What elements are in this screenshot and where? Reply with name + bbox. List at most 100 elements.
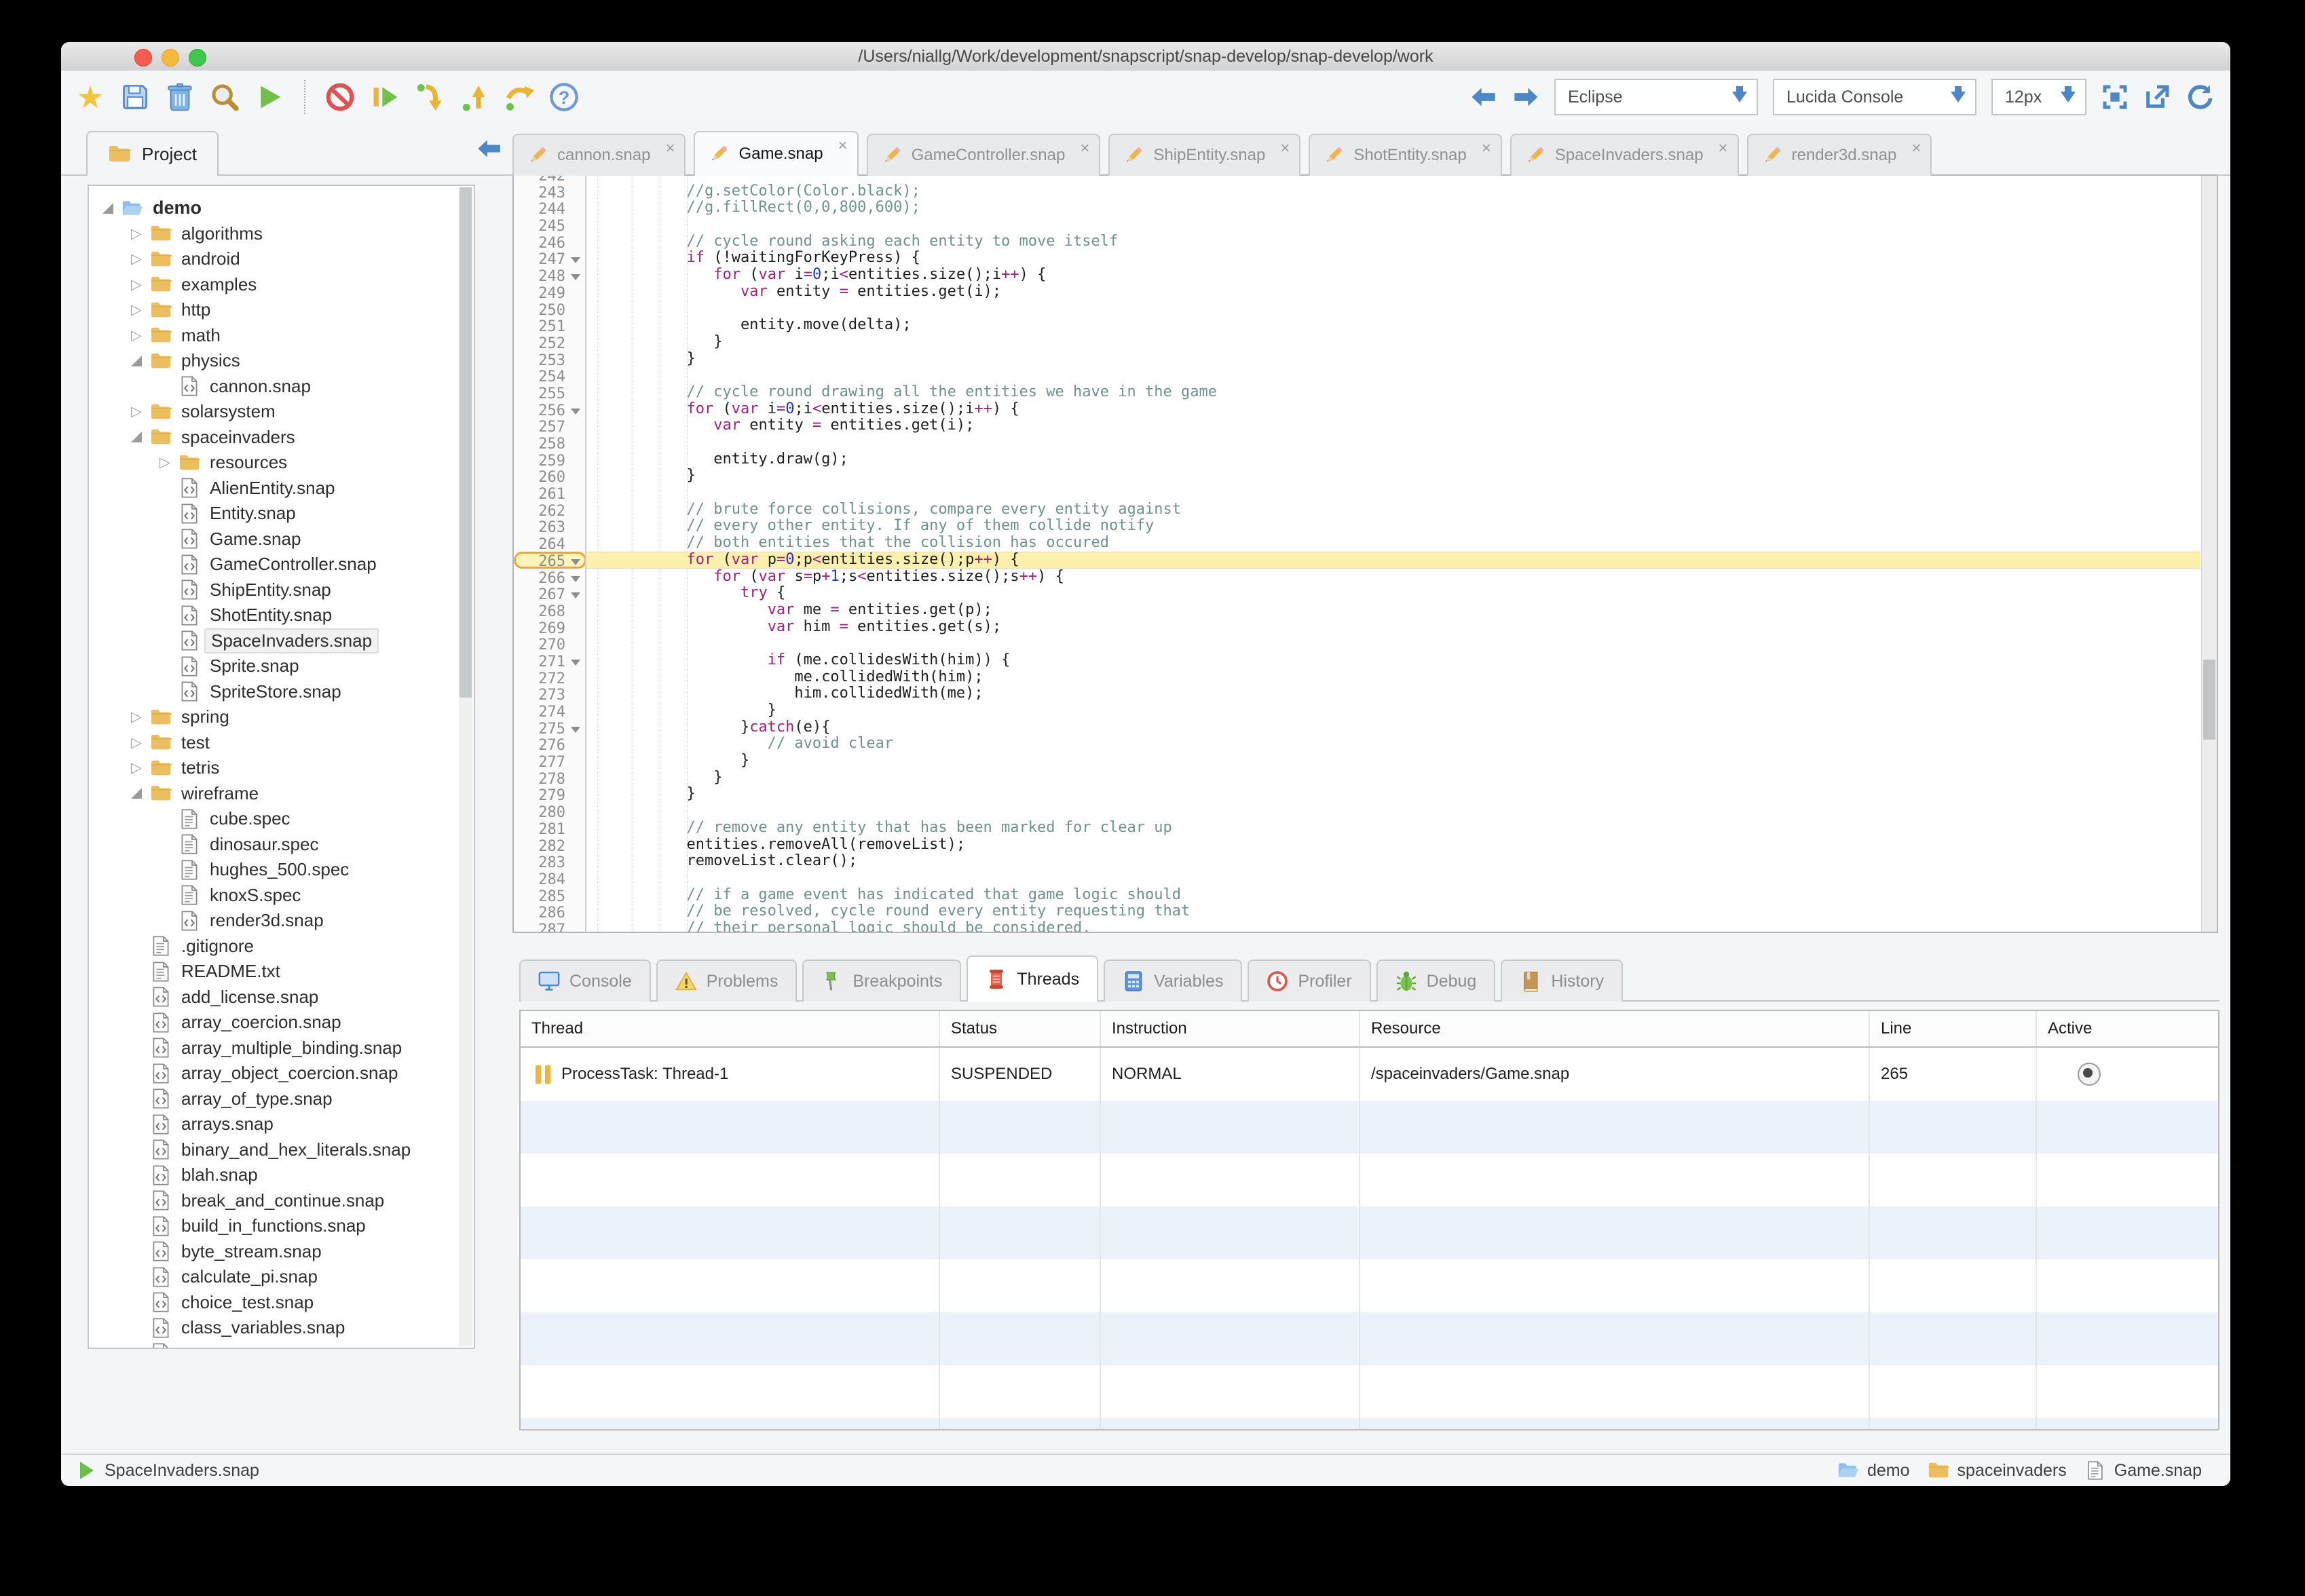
panel-tab-threads[interactable]: Threads [967,955,1099,1002]
tree-scrollbar-thumb[interactable] [460,187,472,698]
breadcrumb-item[interactable]: spaceinvaders [1957,1461,2067,1481]
step-into-icon[interactable] [414,81,445,113]
line-number-gutter[interactable]: 256 [514,401,586,419]
code-line-283[interactable]: 283 removeList.clear(); [514,852,2200,871]
line-number-gutter[interactable]: 245 [514,216,586,234]
line-number-gutter[interactable]: 282 [514,837,586,854]
stop-icon[interactable] [324,81,356,113]
editor-tab-Game.snap[interactable]: Game.snap × [694,131,859,176]
line-number-gutter[interactable]: 260 [514,468,586,486]
line-number-gutter[interactable]: 255 [514,384,586,402]
line-number-gutter[interactable]: 274 [514,702,586,720]
code-line-243[interactable]: 243 //g.setColor(Color.black); [514,183,2200,201]
help-icon[interactable]: ? [548,81,580,113]
code-line-259[interactable]: 259 entity.draw(g); [514,451,2200,469]
close-icon[interactable]: × [665,139,675,158]
tree-item-math[interactable]: ▷ math [89,323,457,349]
editor-tab-GameController.snap[interactable]: GameController.snap × [866,134,1101,176]
line-number-gutter[interactable]: 262 [514,501,586,519]
chevron-expanded-icon[interactable] [96,202,120,214]
tree-item-.gitignore[interactable]: .gitignore [89,934,457,960]
column-header-instruction[interactable]: Instruction [1101,1011,1360,1046]
breadcrumb-item[interactable]: Game.snap [2114,1461,2202,1481]
tree-item-GameController.snap[interactable]: GameController.snap [89,552,457,577]
code-line-244[interactable]: 244 //g.fillRect(0,0,800,600); [514,200,2200,218]
panel-tab-variables[interactable]: Variables [1104,960,1243,1002]
code-line-256[interactable]: 256 for (var i=0;i<entities.size();i++) … [514,400,2200,419]
line-number-gutter[interactable]: 271 [514,652,586,670]
close-icon[interactable]: × [1719,139,1728,158]
code-line-265[interactable]: 265 for (var p=0;p<entities.size();p++) … [514,551,2200,569]
code-line-266[interactable]: 266 for (var s=p+1;s<entities.size();s++… [514,568,2200,586]
line-number-gutter[interactable]: 254 [514,367,586,385]
line-number-gutter[interactable]: 280 [514,803,586,820]
tree-item-demo[interactable]: demo [89,195,457,221]
code-line-260[interactable]: 260 } [514,468,2200,486]
code-line-279[interactable]: 279 } [514,786,2200,804]
code-line-258[interactable]: 258 [514,434,2200,452]
breadcrumb-item[interactable]: demo [1867,1461,1910,1481]
run-icon[interactable] [254,81,285,113]
tree-item-class_variables.snap[interactable]: class_variables.snap [89,1315,457,1341]
code-line-267[interactable]: 267 try { [514,584,2200,603]
panel-tab-history[interactable]: History [1501,960,1624,1002]
tree-item-android[interactable]: ▷ android [89,246,457,272]
refresh-icon[interactable] [2186,83,2213,111]
panel-tab-problems[interactable]: Problems [656,960,798,1002]
chevron-collapsed-icon[interactable]: ▷ [124,276,149,293]
column-header-resource[interactable]: Resource [1360,1011,1870,1046]
tree-item-cube.spec[interactable]: cube.spec [89,806,457,832]
column-header-thread[interactable]: Thread [521,1011,940,1046]
tree-item-array_of_type.snap[interactable]: array_of_type.snap [89,1086,457,1112]
tree-item-add_license.snap[interactable]: add_license.snap [89,985,457,1010]
line-number-gutter[interactable]: 258 [514,434,586,452]
collapse-sidebar-icon[interactable] [476,136,502,162]
editor-tab-cannon.snap[interactable]: cannon.snap × [512,134,686,176]
line-number-gutter[interactable]: 283 [514,853,586,871]
tree-item-byte_stream.snap[interactable]: byte_stream.snap [89,1239,457,1265]
tree-item-build_in_functions.snap[interactable]: build_in_functions.snap [89,1213,457,1239]
line-number-gutter[interactable]: 278 [514,770,586,787]
tree-item-physics[interactable]: physics [89,348,457,374]
code-line-249[interactable]: 249 var entity = entities.get(i); [514,283,2200,301]
line-number-gutter[interactable]: 259 [514,451,586,469]
code-line-250[interactable]: 250 [514,301,2200,318]
code-line-272[interactable]: 272 me.collidedWith(him); [514,668,2200,687]
tree-item-arrays.snap[interactable]: arrays.snap [89,1112,457,1137]
line-number-gutter[interactable]: 273 [514,685,586,704]
panel-tab-console[interactable]: Console [519,960,651,1002]
chevron-expanded-icon[interactable] [124,788,149,799]
code-line-268[interactable]: 268 var me = entities.get(p); [514,601,2200,620]
code-editor[interactable]: 242 243 //g.setColor(Color.black); 244 //g… [512,174,2218,933]
tree-item-clipped[interactable] [89,1341,457,1348]
code-line-281[interactable]: 281 // remove any entity that has been m… [514,819,2200,837]
close-icon[interactable]: × [1280,139,1290,158]
code-line-252[interactable]: 252 } [514,333,2200,352]
code-line-246[interactable]: 246 // cycle round asking each entity to… [514,233,2200,251]
chevron-collapsed-icon[interactable]: ▷ [124,708,149,725]
line-number-gutter[interactable]: 272 [514,669,586,687]
forward-icon[interactable] [1512,83,1539,111]
chevron-expanded-icon[interactable] [124,432,149,443]
line-number-gutter[interactable]: 263 [514,518,586,536]
code-line-286[interactable]: 286 // be resolved, cycle round every en… [514,902,2200,921]
chevron-collapsed-icon[interactable]: ▷ [124,327,149,344]
column-header-line[interactable]: Line [1870,1011,2037,1046]
editor-tab-ShipEntity.snap[interactable]: ShipEntity.snap × [1108,134,1301,176]
line-number-gutter[interactable]: 264 [514,535,586,552]
line-number-gutter[interactable]: 247 [514,250,586,268]
tree-item-tetris[interactable]: ▷ tetris [89,755,457,781]
code-line-275[interactable]: 275 }catch(e){ [514,719,2200,737]
line-number-gutter[interactable]: 277 [514,753,586,770]
export-icon[interactable] [2143,83,2171,111]
theme-select[interactable]: Eclipse [1554,79,1758,115]
line-number-gutter[interactable]: 266 [514,569,586,586]
code-line-282[interactable]: 282 entities.removeAll(removeList); [514,836,2200,854]
resume-icon[interactable] [369,81,400,113]
minimize-window-button[interactable] [162,49,179,66]
tree-item-dinosaur.spec[interactable]: dinosaur.spec [89,832,457,858]
tree-item-http[interactable]: ▷ http [89,297,457,323]
tree-item-resources[interactable]: ▷ resources [89,450,457,476]
tree-item-knoxS.spec[interactable]: knoxS.spec [89,883,457,909]
code-line-261[interactable]: 261 [514,484,2200,502]
